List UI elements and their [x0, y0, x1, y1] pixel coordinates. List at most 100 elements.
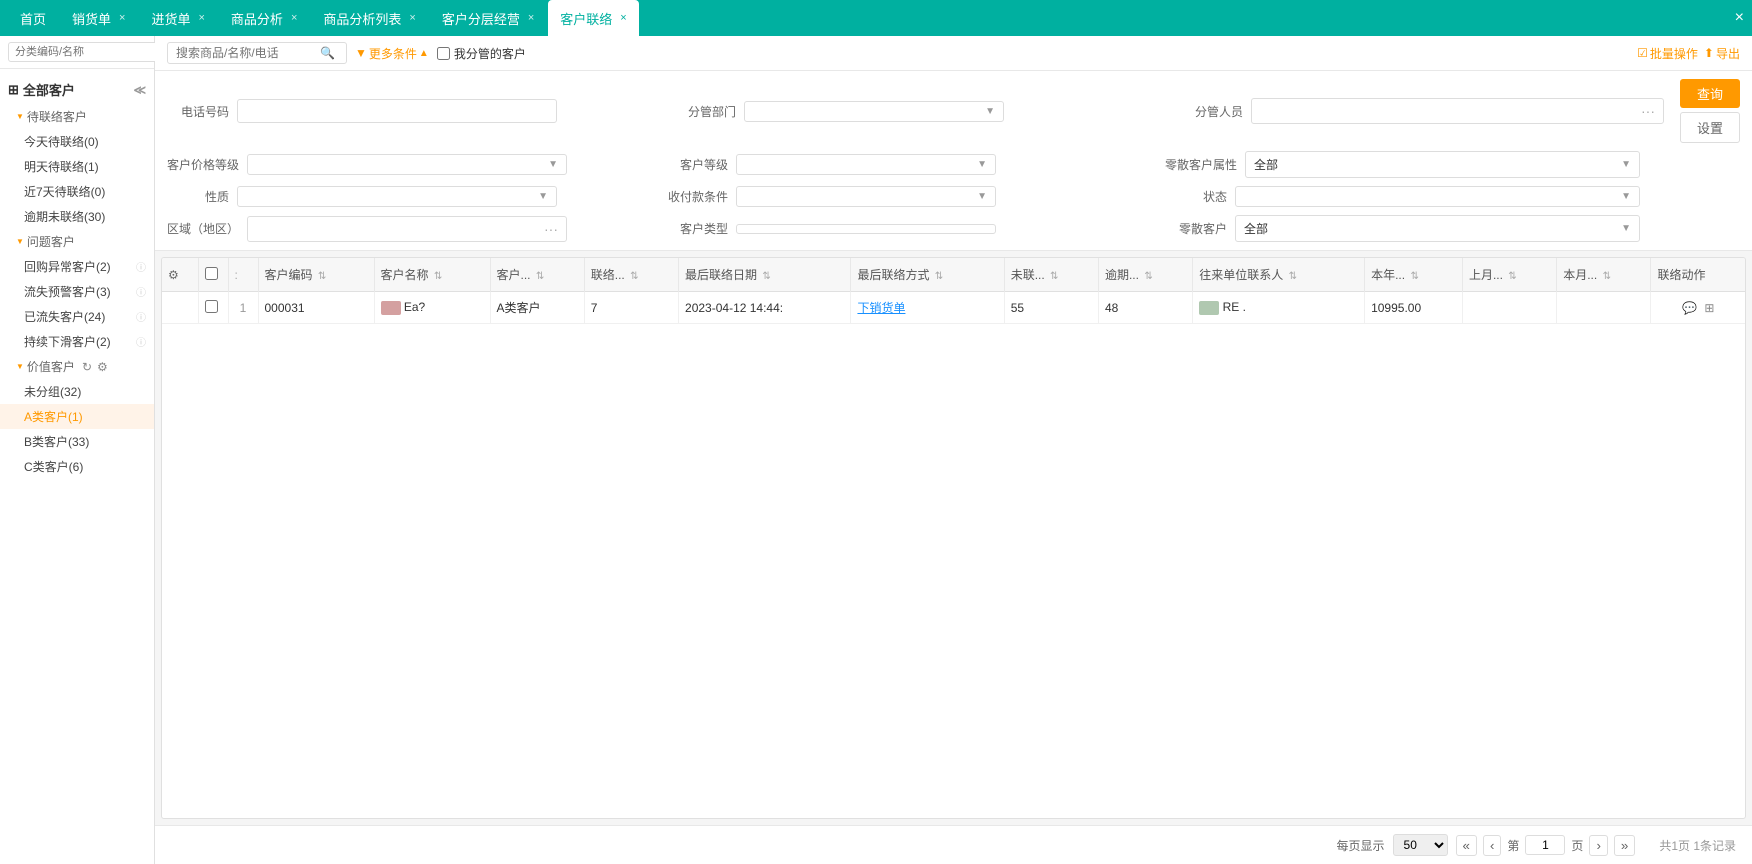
- sort-not-contacted-icon[interactable]: ⇅: [1050, 271, 1058, 282]
- filter-row-3: 性质 ▼ 收付款条件 ▼ 状态: [167, 186, 1740, 207]
- last-page-btn[interactable]: »: [1614, 835, 1635, 856]
- refresh-icon[interactable]: ↻: [82, 360, 92, 374]
- per-page-select[interactable]: 50 100 200: [1393, 834, 1448, 856]
- filter-row-1: 电话号码 分管部门 ▼ 分管人员 ···: [167, 79, 1740, 143]
- table-settings-icon[interactable]: ⚙: [168, 268, 179, 282]
- region-more[interactable]: ···: [544, 221, 558, 237]
- my-customers-filter: 我分管的客户: [437, 45, 526, 62]
- first-page-btn[interactable]: «: [1456, 835, 1477, 856]
- c-class-customers[interactable]: C类客户(6): [0, 454, 154, 479]
- sort-method-icon[interactable]: ⇅: [935, 271, 943, 282]
- grid-action-icon[interactable]: ⊞: [1704, 301, 1714, 315]
- abnormal-repurchase[interactable]: 回购异常客户(2) ⓘ: [0, 254, 154, 279]
- retail-attr-select[interactable]: 全部 ▼: [1245, 151, 1640, 178]
- sort-this-month-icon[interactable]: ⇅: [1603, 271, 1611, 282]
- collapse-icon[interactable]: ≪: [133, 83, 146, 97]
- sort-person-icon[interactable]: ⇅: [1289, 271, 1297, 282]
- price-level-arrow: ▼: [548, 159, 558, 170]
- category-search-input[interactable]: [8, 42, 164, 62]
- b-class-customers[interactable]: B类客户(33): [0, 429, 154, 454]
- prev-page-btn[interactable]: ‹: [1483, 835, 1501, 856]
- content-area: 🔍 ▼ 更多条件 ▲ 我分管的客户 ☑ 批量操作 ⬆ 导出: [155, 36, 1752, 864]
- close-customer-contact[interactable]: ×: [620, 12, 626, 24]
- today-pending[interactable]: 今天待联络(0): [0, 129, 154, 154]
- nature-select[interactable]: ▼: [237, 186, 557, 207]
- overdue-contact[interactable]: 逾期未联络(30): [0, 204, 154, 229]
- price-level-select[interactable]: ▼: [247, 154, 567, 175]
- this-year-cell: 10995.00: [1365, 292, 1463, 324]
- problem-customers-section[interactable]: ▼ 问题客户: [0, 229, 154, 254]
- dept-select[interactable]: ▼: [744, 101, 1004, 122]
- more-conditions-btn[interactable]: ▼ 更多条件 ▲: [355, 45, 429, 62]
- sort-code-icon[interactable]: ⇅: [318, 271, 326, 282]
- customer-level-select[interactable]: ▼: [736, 154, 996, 175]
- next-page-btn[interactable]: ›: [1589, 835, 1607, 856]
- nav-product-analysis-list[interactable]: 商品分析列表 ×: [311, 0, 427, 36]
- chat-icon[interactable]: 💬: [1682, 301, 1697, 315]
- main-search-icon[interactable]: 🔍: [320, 46, 335, 60]
- close-sales-order[interactable]: ×: [119, 12, 125, 24]
- dept-field: 分管部门 ▼: [674, 101, 1157, 122]
- close-product-analysis[interactable]: ×: [291, 12, 297, 24]
- sort-contact-icon[interactable]: ⇅: [630, 271, 638, 282]
- churned-customers[interactable]: 已流失客户(24) ⓘ: [0, 304, 154, 329]
- close-customer-segmentation[interactable]: ×: [528, 12, 534, 24]
- table-header-row: ⚙ : 客户编码 ⇅ 客户名称 ⇅: [162, 258, 1745, 292]
- declining-customers[interactable]: 持续下滑客户(2) ⓘ: [0, 329, 154, 354]
- col-contact-count: 联络... ⇅: [584, 258, 678, 292]
- nav-home[interactable]: 首页: [8, 0, 58, 36]
- churn-warning[interactable]: 流失预警客户(3) ⓘ: [0, 279, 154, 304]
- nav-customer-contact[interactable]: 客户联络 ×: [548, 0, 638, 36]
- sort-name-icon[interactable]: ⇅: [434, 271, 442, 282]
- close-all-tabs[interactable]: ×: [1735, 9, 1744, 27]
- tomorrow-pending[interactable]: 明天待联络(1): [0, 154, 154, 179]
- settings-icon[interactable]: ⚙: [97, 360, 108, 374]
- info-icon3: ⓘ: [136, 309, 146, 324]
- sort-last-month-icon[interactable]: ⇅: [1508, 271, 1516, 282]
- col-this-month: 本月... ⇅: [1557, 258, 1651, 292]
- batch-operation-btn[interactable]: ☑ 批量操作: [1637, 45, 1698, 62]
- filter-row-4: 区域（地区） ··· 客户类型 零散客户: [167, 215, 1740, 242]
- value-customers-section[interactable]: ▼ 价值客户 ↻ ⚙: [0, 354, 154, 379]
- a-class-customers[interactable]: A类客户(1): [0, 404, 154, 429]
- close-purchase-order[interactable]: ×: [198, 12, 204, 24]
- week-pending[interactable]: 近7天待联络(0): [0, 179, 154, 204]
- pending-contact-section[interactable]: ▼ 待联络客户: [0, 104, 154, 129]
- nav-product-analysis[interactable]: 商品分析 ×: [219, 0, 309, 36]
- close-product-analysis-list[interactable]: ×: [409, 12, 415, 24]
- query-button[interactable]: 查询: [1680, 79, 1740, 108]
- nav-customer-segmentation[interactable]: 客户分层经营 ×: [430, 0, 546, 36]
- person-more-icon[interactable]: ···: [1641, 103, 1655, 119]
- nature-arrow: ▼: [538, 191, 548, 202]
- region-select[interactable]: ···: [247, 216, 567, 242]
- page-prefix: 第: [1507, 837, 1519, 854]
- sort-date-icon[interactable]: ⇅: [762, 271, 770, 282]
- payment-select[interactable]: ▼: [736, 186, 996, 207]
- person-select[interactable]: ···: [1251, 98, 1664, 124]
- col-customer-name: 客户名称 ⇅: [374, 258, 490, 292]
- phone-input[interactable]: [237, 99, 557, 123]
- nav-sales-order[interactable]: 销货单 ×: [60, 0, 137, 36]
- setting-button[interactable]: 设置: [1680, 112, 1740, 143]
- sort-year-icon[interactable]: ⇅: [1410, 271, 1418, 282]
- page-input[interactable]: [1525, 835, 1565, 855]
- nav-purchase-order[interactable]: 进货单 ×: [139, 0, 216, 36]
- sort-type-icon[interactable]: ⇅: [536, 271, 544, 282]
- all-customers-header[interactable]: ⊞ 全部客户 ≪: [0, 75, 154, 104]
- page-suffix: 页: [1571, 837, 1583, 854]
- ungrouped[interactable]: 未分组(32): [0, 379, 154, 404]
- status-select[interactable]: ▼: [1235, 186, 1640, 207]
- my-customers-checkbox[interactable]: [437, 47, 450, 60]
- col-not-contacted: 未联... ⇅: [1004, 258, 1098, 292]
- select-all-checkbox[interactable]: [205, 267, 218, 280]
- contact-method-link[interactable]: 下销货单: [857, 301, 905, 315]
- sort-overdue-icon[interactable]: ⇅: [1144, 271, 1152, 282]
- status-arrow: ▼: [1621, 191, 1631, 202]
- customer-type-select[interactable]: [736, 224, 996, 234]
- retail-customer-arrow: ▼: [1621, 223, 1631, 234]
- row-checkbox[interactable]: [205, 300, 218, 313]
- main-search-input[interactable]: [176, 46, 316, 60]
- export-btn[interactable]: ⬆ 导出: [1704, 45, 1740, 62]
- table-row: 1 000031 Ea? A类客户 7 2023-04-12 14:44: 下销…: [162, 292, 1745, 324]
- retail-customer-select[interactable]: 全部 ▼: [1235, 215, 1640, 242]
